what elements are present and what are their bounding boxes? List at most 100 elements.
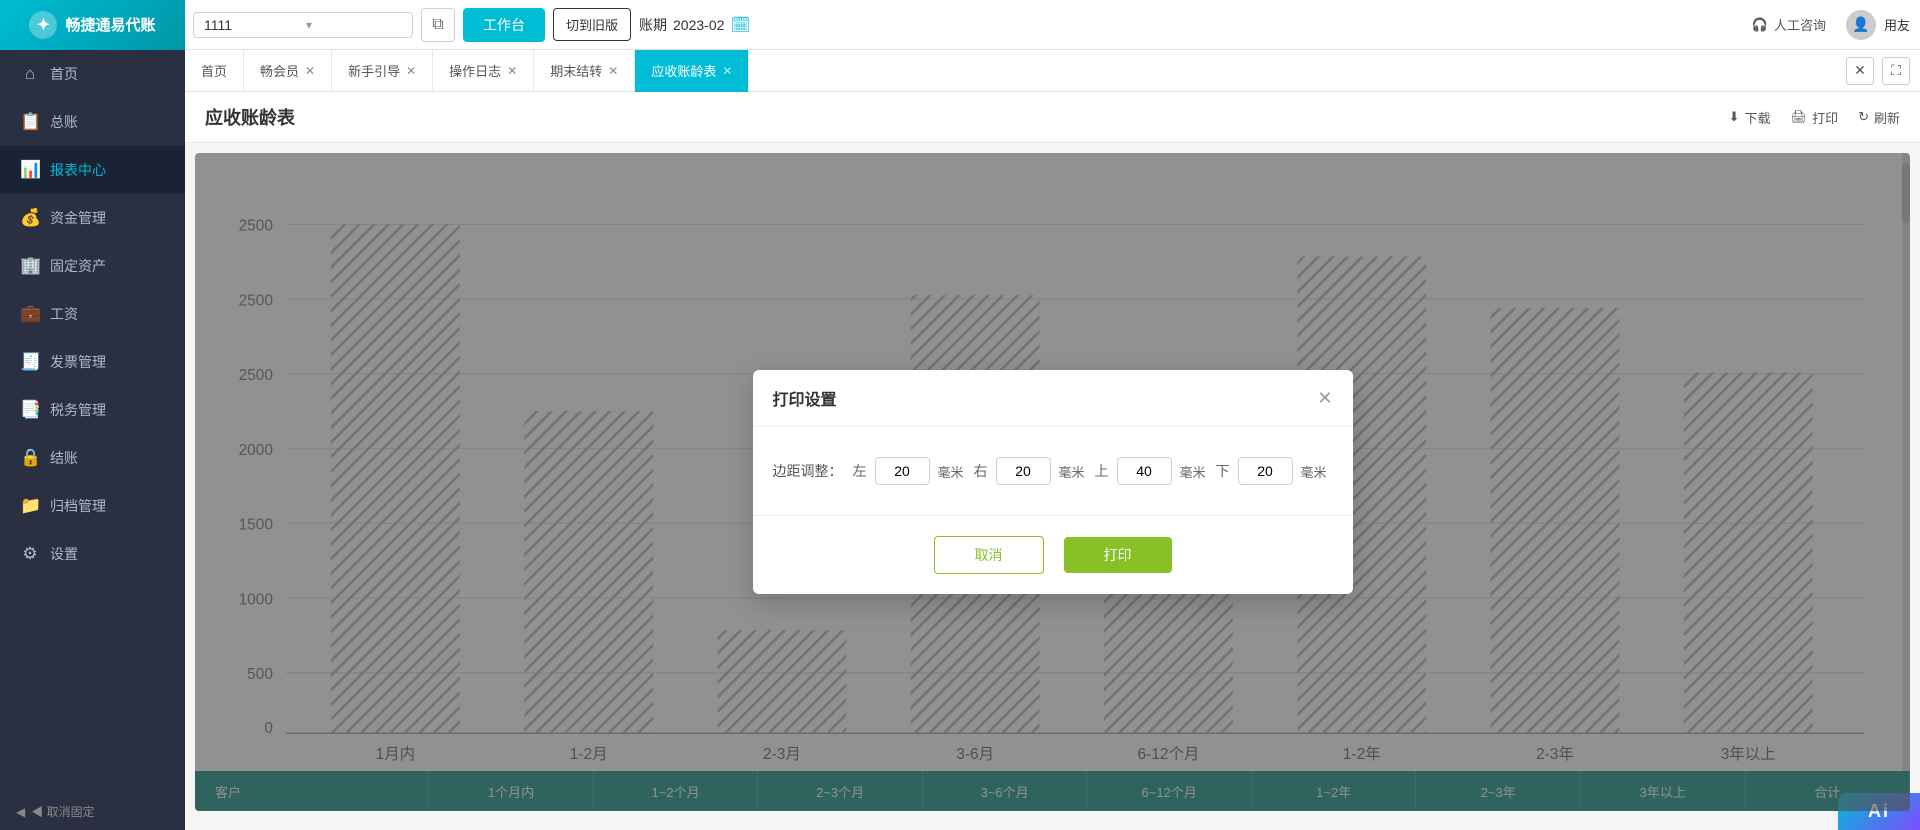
collapse-label: ◀ 取消固定 xyxy=(31,803,94,820)
report-icon: 📊 xyxy=(20,160,40,180)
sidebar-item-payroll[interactable]: 💼 工资 xyxy=(0,290,185,338)
user-name: 用友 xyxy=(1884,15,1910,34)
left-margin-group: 左 毫米 xyxy=(853,457,964,485)
modal-close-button[interactable]: ✕ xyxy=(1317,388,1332,409)
chevron-down-icon: ▾ xyxy=(306,18,402,32)
sidebar-item-label: 首页 xyxy=(50,64,78,84)
sidebar-item-invoice[interactable]: 🧾 发票管理 xyxy=(0,338,185,386)
margin-form-row: 边距调整： 左 毫米 右 毫米 xyxy=(773,457,1333,485)
print-confirm-button[interactable]: 打印 xyxy=(1064,537,1172,573)
tab-period-end-close[interactable]: ✕ xyxy=(608,64,618,78)
switch-old-button[interactable]: 切到旧版 xyxy=(553,8,631,41)
tab-home[interactable]: 首页 xyxy=(185,50,244,92)
sidebar-collapse-button[interactable]: ◀ ◀ 取消固定 xyxy=(0,793,185,830)
tax-icon: 📑 xyxy=(20,400,40,420)
tab-actions: ✕ ⛶ xyxy=(1846,57,1920,85)
tab-home-label: 首页 xyxy=(201,61,227,80)
cancel-button[interactable]: 取消 xyxy=(934,536,1044,574)
modal-footer: 取消 打印 xyxy=(753,515,1353,594)
print-button[interactable]: 🖨 打印 xyxy=(1791,108,1839,127)
sidebar-item-asset[interactable]: 🏢 固定资产 xyxy=(0,242,185,290)
tab-period-end[interactable]: 期末结转 ✕ xyxy=(534,50,635,92)
modal-header: 打印设置 ✕ xyxy=(753,370,1353,427)
period-area: 账期 2023-02 🗓 xyxy=(639,15,751,35)
top-unit: 毫米 xyxy=(1180,462,1206,481)
tab-guide-close[interactable]: ✕ xyxy=(406,64,416,78)
right-margin-input[interactable] xyxy=(996,457,1051,485)
bottom-unit: 毫米 xyxy=(1301,462,1327,481)
left-label: 左 xyxy=(853,461,867,481)
bottom-label: 下 xyxy=(1216,461,1230,481)
tab-ar-aging[interactable]: 应收账龄表 ✕ xyxy=(635,50,749,92)
sidebar-item-label: 税务管理 xyxy=(50,400,106,420)
sidebar-item-ledger[interactable]: 📋 总账 xyxy=(0,98,185,146)
tab-member-label: 畅会员 xyxy=(260,61,299,80)
ledger-icon: 📋 xyxy=(20,112,40,132)
sidebar-item-label: 发票管理 xyxy=(50,352,106,372)
download-button[interactable]: ⬇ 下载 xyxy=(1729,108,1771,127)
tab-oplog[interactable]: 操作日志 ✕ xyxy=(433,50,534,92)
close-books-icon: 🔒 xyxy=(20,448,40,468)
calendar-icon[interactable]: 🗓 xyxy=(730,15,750,35)
top-margin-input[interactable] xyxy=(1117,457,1172,485)
sidebar: ⌂ 首页 📋 总账 📊 报表中心 💰 资金管理 🏢 固定资产 💼 工资 🧾 发票… xyxy=(0,50,185,830)
sidebar-item-settings[interactable]: ⚙ 设置 xyxy=(0,530,185,578)
print-icon: 🖨 xyxy=(1791,109,1808,125)
tabs-bar: 首页 畅会员 ✕ 新手引导 ✕ 操作日志 ✕ 期末结转 ✕ 应收账龄表 ✕ xyxy=(185,50,1920,92)
tab-ar-aging-close[interactable]: ✕ xyxy=(722,64,732,78)
sidebar-item-fund[interactable]: 💰 资金管理 xyxy=(0,194,185,242)
avatar: 👤 xyxy=(1846,10,1876,40)
invoice-icon: 🧾 xyxy=(20,352,40,372)
tab-guide[interactable]: 新手引导 ✕ xyxy=(332,50,433,92)
left-unit: 毫米 xyxy=(938,462,964,481)
page-actions: ⬇ 下载 🖨 打印 ↻ 刷新 xyxy=(1729,108,1900,127)
sidebar-item-report[interactable]: 📊 报表中心 xyxy=(0,146,185,194)
tab-member-close[interactable]: ✕ xyxy=(305,64,315,78)
main-layout: ⌂ 首页 📋 总账 📊 报表中心 💰 资金管理 🏢 固定资产 💼 工资 🧾 发票… xyxy=(0,50,1920,830)
refresh-label: 刷新 xyxy=(1874,108,1900,127)
app-name: 畅捷通易代账 xyxy=(65,14,155,35)
tab-member[interactable]: 畅会员 ✕ xyxy=(244,50,332,92)
download-label: 下载 xyxy=(1745,108,1771,127)
page-header: 应收账龄表 ⬇ 下载 🖨 打印 ↻ 刷新 xyxy=(185,92,1920,143)
sidebar-item-tax[interactable]: 📑 税务管理 xyxy=(0,386,185,434)
service-button[interactable]: 🎧 人工咨询 xyxy=(1752,15,1826,34)
margin-label: 边距调整： xyxy=(773,461,843,481)
right-unit: 毫米 xyxy=(1059,462,1085,481)
modal-title: 打印设置 xyxy=(773,386,837,410)
chart-area: 2500 2500 2500 2000 1500 1000 500 0 xyxy=(195,153,1910,811)
payroll-icon: 💼 xyxy=(20,304,40,324)
collapse-icon: ◀ xyxy=(16,805,25,819)
tab-period-end-label: 期末结转 xyxy=(550,61,602,80)
refresh-button[interactable]: ↻ 刷新 xyxy=(1858,108,1900,127)
workbench-button[interactable]: 工作台 xyxy=(463,8,545,42)
refresh-icon: ↻ xyxy=(1858,109,1869,125)
sidebar-item-close[interactable]: 🔒 结账 xyxy=(0,434,185,482)
logo-area: ✦ 畅捷通易代账 xyxy=(0,0,185,50)
copy-icon-button[interactable]: ⧉ xyxy=(421,8,455,42)
bottom-margin-group: 下 毫米 xyxy=(1216,457,1327,485)
maximize-button[interactable]: ⛶ xyxy=(1882,57,1910,85)
top-header: ✦ 畅捷通易代账 1111 ▾ ⧉ 工作台 切到旧版 账期 2023-02 🗓 … xyxy=(0,0,1920,50)
user-area[interactable]: 👤 用友 xyxy=(1846,10,1910,40)
close-window-button[interactable]: ✕ xyxy=(1846,57,1874,85)
bottom-margin-input[interactable] xyxy=(1238,457,1293,485)
logo-icon: ✦ xyxy=(29,11,57,39)
sidebar-item-label: 总账 xyxy=(50,112,78,132)
page-content: 应收账龄表 ⬇ 下载 🖨 打印 ↻ 刷新 xyxy=(185,92,1920,830)
period-label: 账期 xyxy=(639,15,667,35)
right-margin-group: 右 毫米 xyxy=(974,457,1085,485)
modal-overlay: 打印设置 ✕ 边距调整： 左 毫米 xyxy=(195,153,1910,811)
tab-guide-label: 新手引导 xyxy=(348,61,400,80)
sidebar-item-home[interactable]: ⌂ 首页 xyxy=(0,50,185,98)
modal-body: 边距调整： 左 毫米 右 毫米 xyxy=(753,427,1353,515)
tab-oplog-close[interactable]: ✕ xyxy=(507,64,517,78)
company-selector[interactable]: 1111 ▾ xyxy=(193,12,413,38)
sidebar-item-archive[interactable]: 📁 归档管理 xyxy=(0,482,185,530)
sidebar-item-label: 报表中心 xyxy=(50,160,106,180)
headset-icon: 🎧 xyxy=(1752,17,1768,33)
sidebar-item-label: 结账 xyxy=(50,448,78,468)
tab-oplog-label: 操作日志 xyxy=(449,61,501,80)
right-label: 右 xyxy=(974,461,988,481)
left-margin-input[interactable] xyxy=(875,457,930,485)
